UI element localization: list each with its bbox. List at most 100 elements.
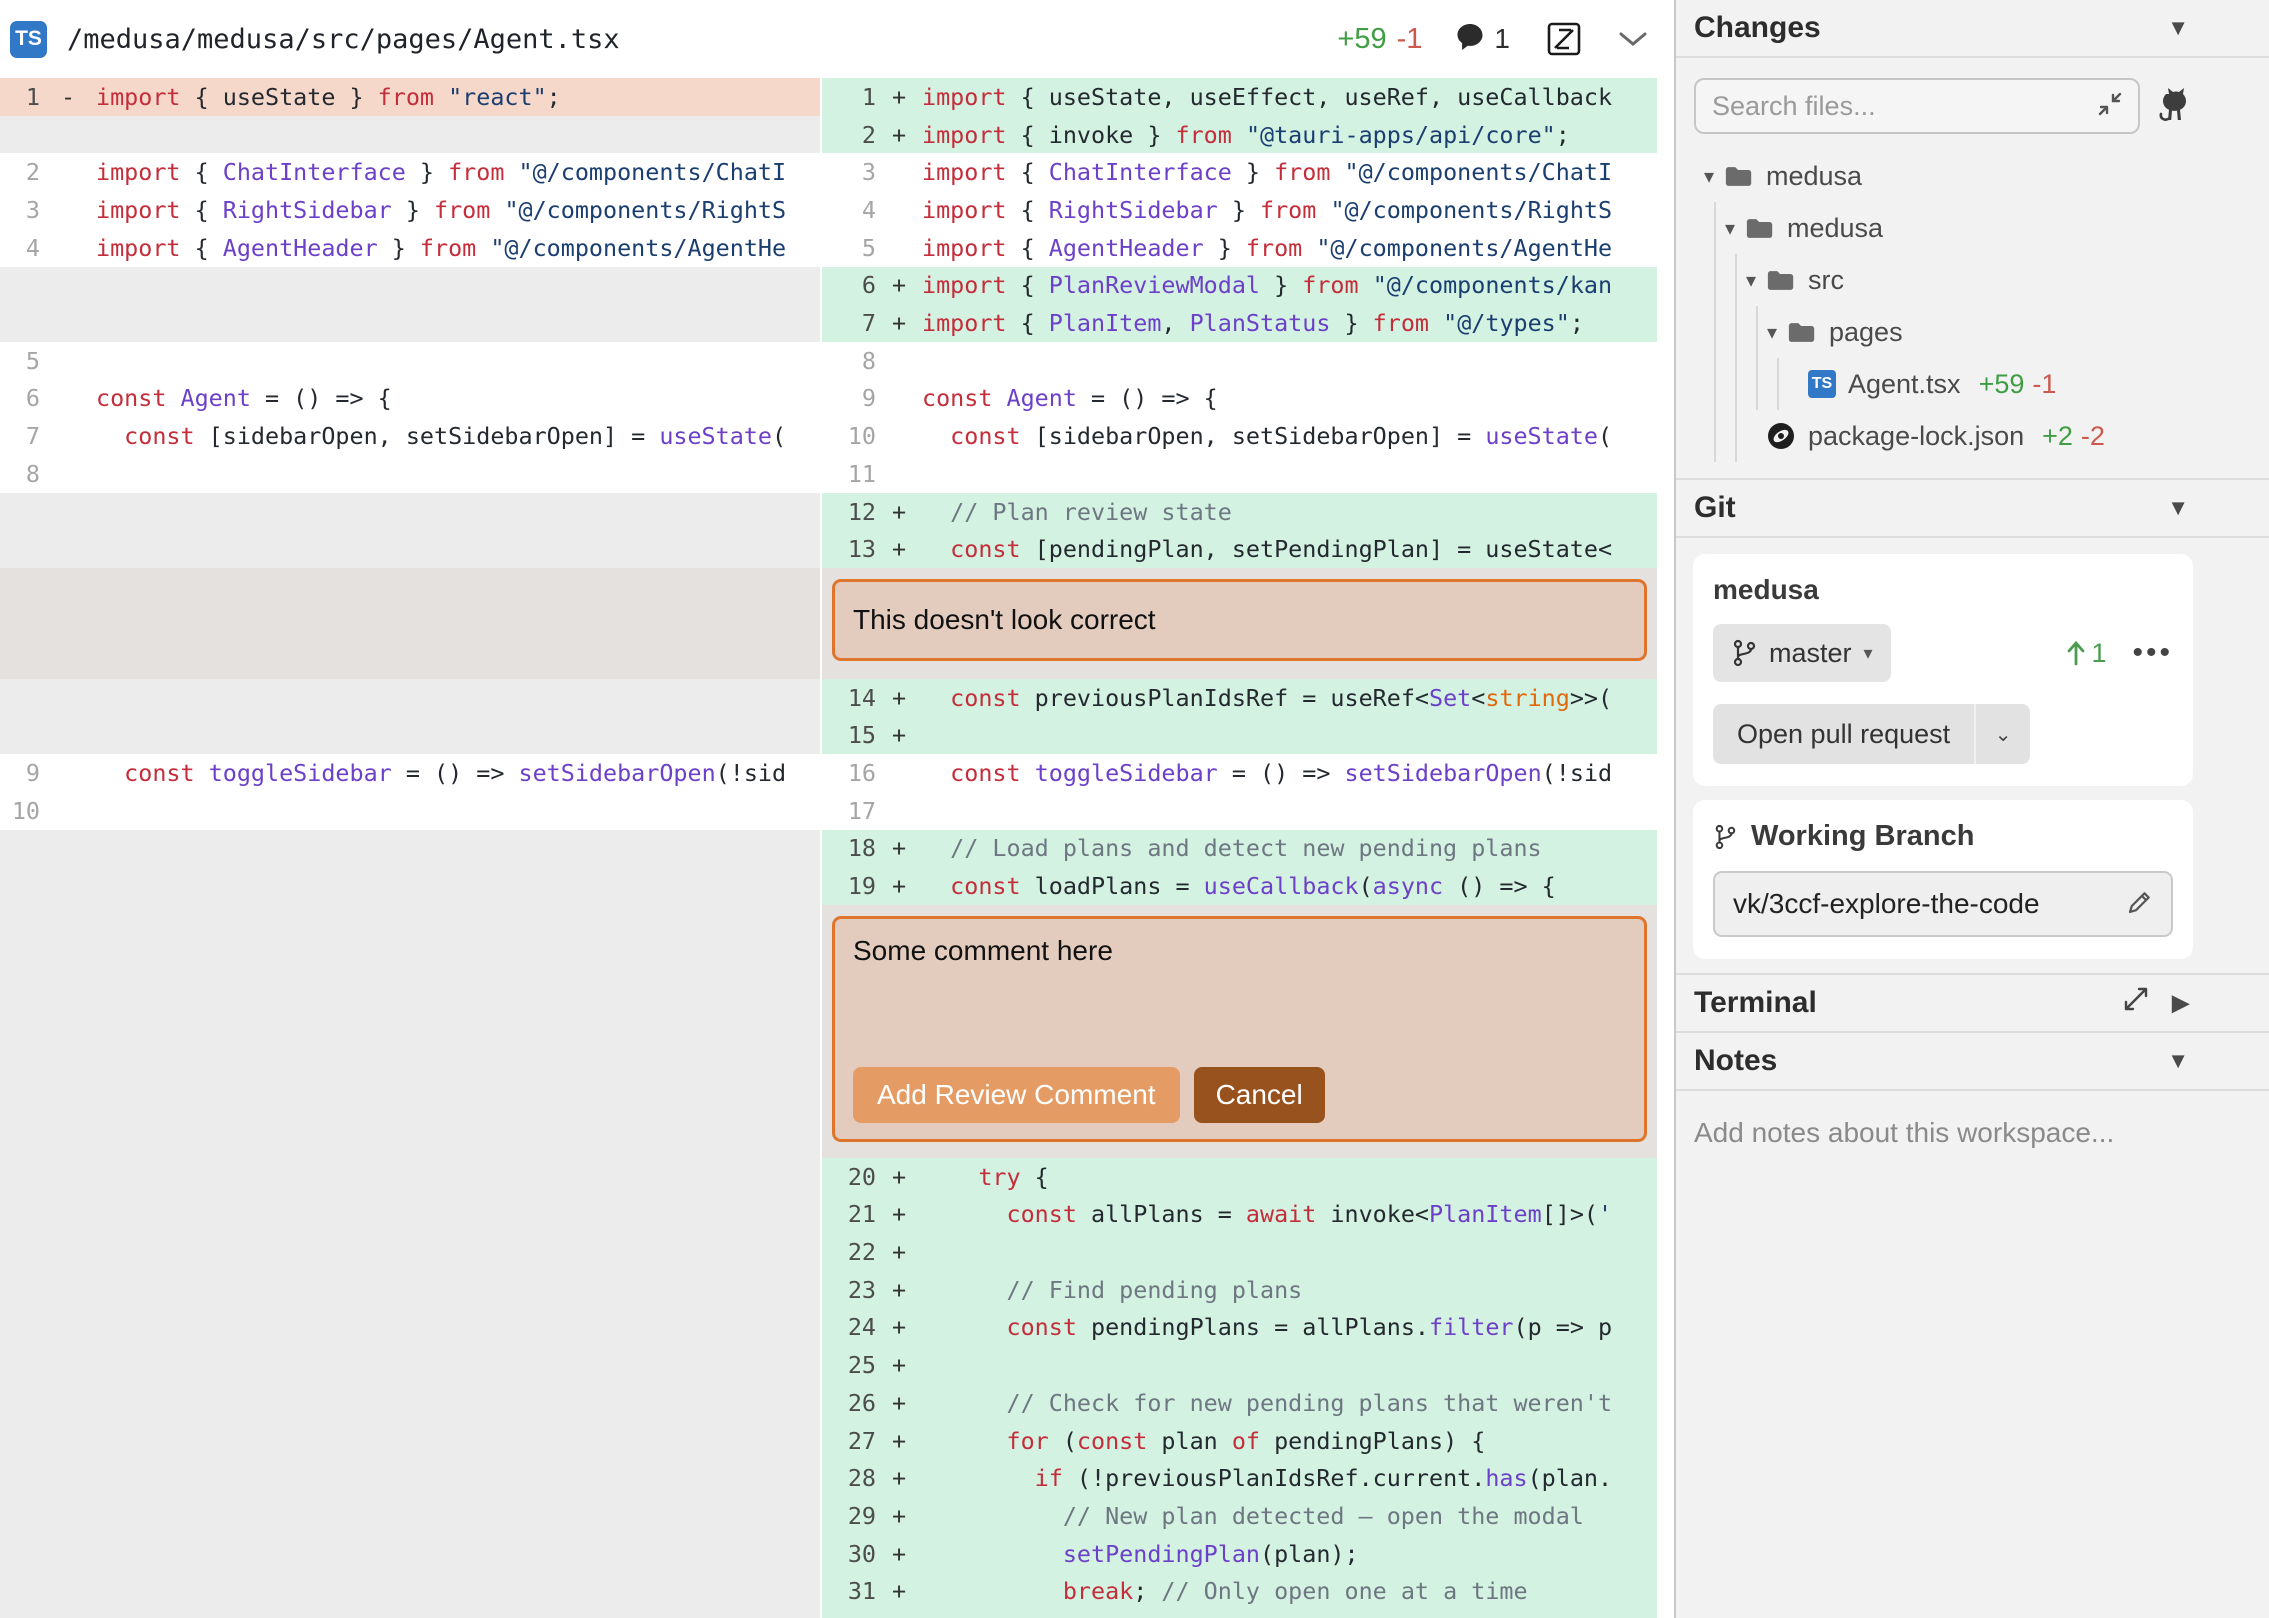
diff-spacer-row: [0, 716, 820, 754]
expand-terminal-icon[interactable]: [2122, 985, 2150, 1021]
diff-line[interactable]: 17: [822, 792, 1657, 830]
chevron-down-icon[interactable]: ▼: [2167, 1048, 2189, 1074]
tree-item-src[interactable]: ▾src: [1676, 254, 2269, 306]
chevron-down-icon: ▾: [1864, 643, 1873, 664]
diff-line[interactable]: 28+ if (!previousPlanIdsRef.current.has(…: [822, 1459, 1657, 1497]
diff-line[interactable]: 8: [0, 455, 820, 493]
diff-line[interactable]: 13+ const [pendingPlan, setPendingPlan] …: [822, 530, 1657, 568]
pull-request-options-chevron[interactable]: ⌄: [1974, 704, 2030, 764]
search-input[interactable]: [1710, 90, 2096, 123]
notes-section-header[interactable]: Notes ▼: [1676, 1033, 2269, 1091]
diff-line[interactable]: 6+import { PlanReviewModal } from "@/com…: [822, 267, 1657, 305]
diff-line[interactable]: 12+ // Plan review state: [822, 493, 1657, 531]
tree-item-agent-tsx[interactable]: TSAgent.tsx+59-1: [1676, 358, 2269, 410]
diff-line[interactable]: 22+: [822, 1233, 1657, 1271]
diff-line[interactable]: 15+: [822, 716, 1657, 754]
chevron-down-icon[interactable]: ▼: [2167, 15, 2189, 41]
file-search-row: [1694, 78, 2269, 134]
file-header: TS /medusa/medusa/src/pages/Agent.tsx +5…: [0, 0, 1674, 78]
diff-line[interactable]: 24+ const pendingPlans = allPlans.filter…: [822, 1309, 1657, 1347]
diff-line[interactable]: 23+ // Find pending plans: [822, 1271, 1657, 1309]
diff-line[interactable]: 1+import { useState, useEffect, useRef, …: [822, 78, 1657, 116]
tree-item-medusa[interactable]: ▾medusa: [1676, 150, 2269, 202]
diff-line[interactable]: 27+ for (const plan of pendingPlans) {: [822, 1422, 1657, 1460]
diff-line[interactable]: 20+ try {: [822, 1158, 1657, 1196]
diff-line[interactable]: 9const Agent = () => {: [822, 380, 1657, 418]
diff-line[interactable]: 4import { AgentHeader } from "@/componen…: [0, 229, 820, 267]
diff-line[interactable]: 5import { AgentHeader } from "@/componen…: [822, 229, 1657, 267]
changes-section-header[interactable]: Changes ▼: [1676, 0, 2269, 58]
diff-line[interactable]: 6const Agent = () => {: [0, 380, 820, 418]
indent-guide: [1714, 358, 1716, 410]
tree-caret-icon[interactable]: ▾: [1757, 320, 1787, 345]
diff-line[interactable]: 10 const [sidebarOpen, setSidebarOpen] =…: [822, 417, 1657, 455]
diff-line[interactable]: 14+ const previousPlanIdsRef = useRef<Se…: [822, 679, 1657, 717]
cancel-comment-button[interactable]: Cancel: [1194, 1067, 1325, 1123]
branch-selector-button[interactable]: master ▾: [1713, 624, 1891, 682]
diff-line[interactable]: 32+ }: [822, 1610, 1657, 1618]
diff-line[interactable]: 29+ // New plan detected – open the moda…: [822, 1497, 1657, 1535]
diff-line[interactable]: 3import { ChatInterface } from "@/compon…: [822, 153, 1657, 191]
chevron-down-icon[interactable]: ▼: [2167, 495, 2189, 521]
tree-caret-icon[interactable]: ▾: [1736, 268, 1766, 293]
diff-line[interactable]: 21+ const allPlans = await invoke<PlanIt…: [822, 1195, 1657, 1233]
notes-placeholder[interactable]: Add notes about this workspace...: [1676, 1091, 2269, 1175]
folder-icon: [1766, 268, 1796, 293]
comment-count-indicator[interactable]: 1: [1454, 21, 1510, 58]
diff-viewer: TS /medusa/medusa/src/pages/Agent.tsx +5…: [0, 0, 1674, 1618]
file-label: pages: [1829, 317, 1903, 348]
diff-line[interactable]: 25+: [822, 1346, 1657, 1384]
diff-line[interactable]: 5: [0, 342, 820, 380]
tree-caret-icon[interactable]: ▾: [1694, 164, 1724, 189]
diff-spacer-row: [0, 530, 820, 568]
diff-line[interactable]: 31+ break; // Only open one at a time: [822, 1572, 1657, 1610]
tree-item-medusa[interactable]: ▾ medusa: [1676, 202, 2269, 254]
edit-pencil-icon[interactable]: [2125, 887, 2155, 922]
add-review-comment-button[interactable]: Add Review Comment: [853, 1067, 1180, 1123]
diff-line[interactable]: 9 const toggleSidebar = () => setSidebar…: [0, 754, 820, 792]
tree-item-package-lock-json[interactable]: package-lock.json+2-2: [1676, 410, 2269, 462]
indent-guide: [1756, 358, 1758, 410]
indent-guide: [1735, 410, 1737, 462]
diff-line[interactable]: 26+ // Check for new pending plans that …: [822, 1384, 1657, 1422]
chevron-right-icon[interactable]: ▶: [2172, 990, 2189, 1016]
split-diff-view-button[interactable]: [1544, 19, 1584, 59]
diff-line[interactable]: 7+import { PlanItem, PlanStatus } from "…: [822, 304, 1657, 342]
comment-textarea[interactable]: Some comment here: [853, 935, 1626, 1067]
collapse-tree-icon[interactable]: [2096, 90, 2124, 123]
diff-line[interactable]: 3import { RightSidebar } from "@/compone…: [0, 191, 820, 229]
diff-line[interactable]: 7 const [sidebarOpen, setSidebarOpen] = …: [0, 417, 820, 455]
git-more-menu-button[interactable]: •••: [2132, 636, 2173, 670]
tree-caret-icon[interactable]: ▾: [1715, 216, 1745, 241]
file-label: Agent.tsx: [1848, 369, 1961, 400]
diff-line[interactable]: 8: [822, 342, 1657, 380]
diff-line[interactable]: 18+ // Load plans and detect new pending…: [822, 830, 1657, 868]
review-comment-text: This doesn't look correct: [853, 604, 1156, 636]
indent-guide: [1735, 254, 1737, 306]
branch-name: master: [1769, 638, 1852, 669]
search-box: [1694, 78, 2140, 134]
diff-line[interactable]: 10: [0, 792, 820, 830]
file-label: medusa: [1787, 213, 1883, 244]
working-branch-title: Working Branch: [1751, 820, 1974, 853]
git-section-header[interactable]: Git ▼: [1676, 478, 2269, 538]
diff-line[interactable]: 1-import { useState } from "react";: [0, 78, 820, 116]
working-branch-input[interactable]: [1731, 887, 2125, 921]
diff-line[interactable]: 11: [822, 455, 1657, 493]
diff-line[interactable]: 2import { ChatInterface } from "@/compon…: [0, 153, 820, 191]
open-pull-request-button[interactable]: Open pull request: [1713, 704, 1974, 764]
cat-icon[interactable]: [2156, 86, 2196, 126]
diff-line[interactable]: 30+ setPendingPlan(plan);: [822, 1535, 1657, 1573]
diff-line[interactable]: 4import { RightSidebar } from "@/compone…: [822, 191, 1657, 229]
tree-item-pages[interactable]: ▾ pages: [1676, 306, 2269, 358]
terminal-section-header[interactable]: Terminal ▶: [1676, 973, 2269, 1033]
git-branch-icon: [1713, 824, 1737, 850]
folder-icon: [1724, 164, 1754, 189]
comment-bubble-icon: [1454, 21, 1486, 58]
diff-line[interactable]: 19+ const loadPlans = useCallback(async …: [822, 867, 1657, 905]
sidebar-empty-space: [1676, 1175, 2269, 1618]
diff-line[interactable]: 2+import { invoke } from "@tauri-apps/ap…: [822, 116, 1657, 154]
comment-band: This doesn't look correct: [822, 568, 1657, 679]
diff-line[interactable]: 16 const toggleSidebar = () => setSideba…: [822, 754, 1657, 792]
collapse-file-chevron[interactable]: [1618, 30, 1648, 48]
